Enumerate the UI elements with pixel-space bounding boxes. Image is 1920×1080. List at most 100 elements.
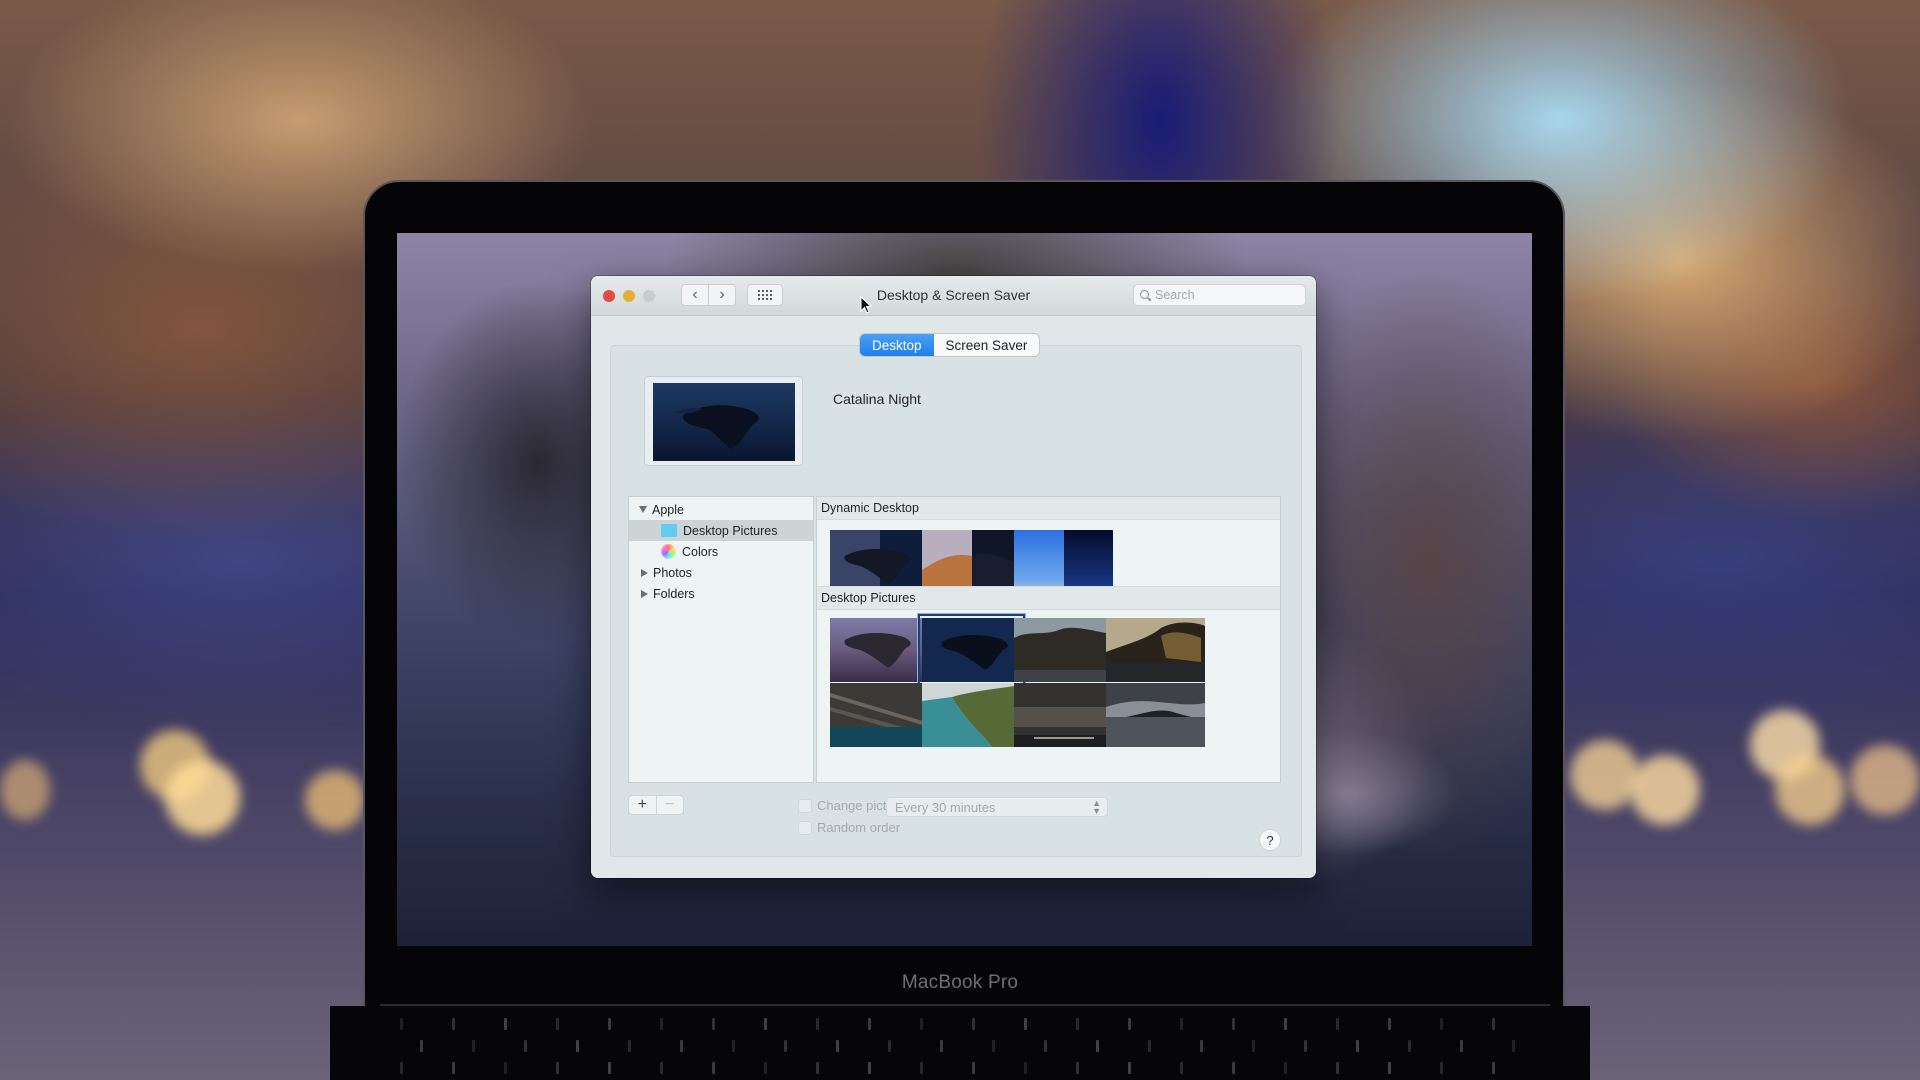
tab-screen-saver[interactable]: Screen Saver (933, 334, 1040, 356)
keyboard-key (816, 1018, 819, 1030)
sidebar-item-label: Photos (653, 565, 692, 580)
thumbnail-catalina-sunset-cliff[interactable] (1106, 618, 1205, 682)
wallpaper-gallery[interactable]: Dynamic Desktop Desktop Pictures (816, 496, 1281, 783)
sidebar-item-folders[interactable]: Folders (629, 583, 813, 604)
thumbnail-dynamic-mojave[interactable] (922, 530, 1021, 594)
tab-bar: Desktop Screen Saver (860, 334, 1040, 356)
keyboard-key (556, 1018, 559, 1030)
section-header-desktop-pictures: Desktop Pictures (817, 586, 1280, 610)
keyboard-key (764, 1062, 767, 1074)
keyboard-key (972, 1062, 975, 1074)
laptop-screen: ‹ › Desktop & Screen Saver D (397, 233, 1532, 946)
keyboard-key (836, 1040, 839, 1052)
keyboard-key (608, 1018, 611, 1030)
change-picture-checkbox[interactable] (798, 799, 812, 813)
keyboard-key (1096, 1040, 1099, 1052)
keyboard-key (992, 1040, 995, 1052)
keyboard-key (1076, 1062, 1079, 1074)
thumbnail-catalina-day[interactable] (830, 618, 929, 682)
keyboard-key (1200, 1040, 1203, 1052)
disclosure-open-icon[interactable] (639, 506, 647, 513)
wallpaper-preview-image (653, 383, 795, 461)
keyboard-key (888, 1040, 891, 1052)
keyboard-key (608, 1062, 611, 1074)
keyboard-key (1128, 1062, 1131, 1074)
keyboard-key (1024, 1018, 1027, 1030)
keyboard-key (1388, 1018, 1391, 1030)
keyboard-key (1304, 1040, 1307, 1052)
keyboard-key (1232, 1062, 1235, 1074)
change-interval-select[interactable]: Every 30 minutes ▲ ▼ (886, 797, 1108, 817)
keyboard-key (1180, 1018, 1183, 1030)
keyboard-key (628, 1040, 631, 1052)
interval-value: Every 30 minutes (895, 800, 996, 815)
sidebar-item-label: Colors (682, 544, 719, 559)
random-order-label: Random order (817, 820, 901, 835)
keyboard-key (1408, 1040, 1411, 1052)
preferences-window: ‹ › Desktop & Screen Saver D (591, 276, 1316, 878)
section-header-dynamic-desktop: Dynamic Desktop (817, 497, 1280, 520)
sidebar-item-apple[interactable]: Apple (629, 499, 813, 520)
keyboard-key (660, 1062, 663, 1074)
keyboard-key (868, 1062, 871, 1074)
random-order-checkbox[interactable] (798, 821, 812, 835)
thumbnail-catalina-cliffs[interactable] (1014, 618, 1113, 682)
disclosure-closed-icon[interactable] (641, 568, 648, 577)
thumbnail-catalina-coast[interactable] (922, 683, 1021, 747)
search-icon (1140, 289, 1151, 301)
color-wheel-icon (661, 544, 676, 559)
sidebar-item-label: Folders (653, 586, 695, 601)
source-list: Apple Desktop Pictures Colors Photos Fol… (628, 496, 814, 783)
thumbnail-catalina-island-clouds[interactable] (1106, 683, 1205, 747)
sidebar-item-label: Desktop Pictures (683, 523, 778, 538)
keyboard-key (660, 1018, 663, 1030)
thumbnail-catalina-night[interactable] (922, 618, 1021, 682)
keyboard-key (400, 1062, 403, 1074)
keyboard-key (1512, 1040, 1515, 1052)
current-wallpaper-name: Catalina Night (833, 391, 921, 407)
add-folder-button[interactable]: + (629, 796, 656, 814)
keyboard-key (1336, 1062, 1339, 1074)
desktop-tab-pane: Catalina Night Apple Desktop Pictures Co… (610, 345, 1302, 857)
remove-folder-button[interactable]: − (655, 796, 684, 814)
bokeh-light (1775, 755, 1845, 825)
laptop-brand-label: MacBook Pro (901, 972, 1019, 993)
tab-desktop[interactable]: Desktop (860, 334, 934, 356)
bokeh-light (1630, 755, 1700, 825)
thumbnail-catalina-rock-layers[interactable] (830, 683, 929, 747)
keyboard-key (712, 1062, 715, 1074)
keyboard-key (504, 1062, 507, 1074)
folder-icon (661, 524, 677, 537)
thumbnail-dynamic-catalina[interactable] (830, 530, 929, 594)
keyboard-key (712, 1018, 715, 1030)
keyboard-key (452, 1062, 455, 1074)
sidebar-item-colors[interactable]: Colors (629, 541, 813, 562)
keyboard-key (784, 1040, 787, 1052)
keyboard-key (556, 1062, 559, 1074)
keyboard-key (1252, 1040, 1255, 1052)
keyboard-key (1076, 1018, 1079, 1030)
keyboard-key (1284, 1062, 1287, 1074)
keyboard-key (1284, 1018, 1287, 1030)
search-input[interactable] (1155, 288, 1295, 302)
keyboard-key (1440, 1062, 1443, 1074)
updown-chevron-icon: ▲ ▼ (1092, 798, 1101, 816)
keyboard-key (732, 1040, 735, 1052)
keyboard-key (1388, 1062, 1391, 1074)
keyboard-key (1440, 1018, 1443, 1030)
thumbnail-catalina-storm[interactable] (1014, 683, 1113, 747)
sidebar-item-photos[interactable]: Photos (629, 562, 813, 583)
keyboard-key (524, 1040, 527, 1052)
sidebar-item-desktop-pictures[interactable]: Desktop Pictures (629, 520, 813, 541)
search-field[interactable] (1133, 284, 1306, 306)
disclosure-closed-icon[interactable] (641, 589, 648, 598)
keyboard-key (1128, 1018, 1131, 1030)
title-bar[interactable]: ‹ › Desktop & Screen Saver (591, 276, 1316, 316)
keyboard-key (1232, 1018, 1235, 1030)
keyboard-key (400, 1018, 403, 1030)
thumbnail-dynamic-solar-gradients[interactable] (1014, 530, 1113, 594)
current-wallpaper-preview (644, 376, 803, 466)
keyboard-key (576, 1040, 579, 1052)
keyboard-key (680, 1040, 683, 1052)
help-button[interactable]: ? (1259, 829, 1281, 851)
